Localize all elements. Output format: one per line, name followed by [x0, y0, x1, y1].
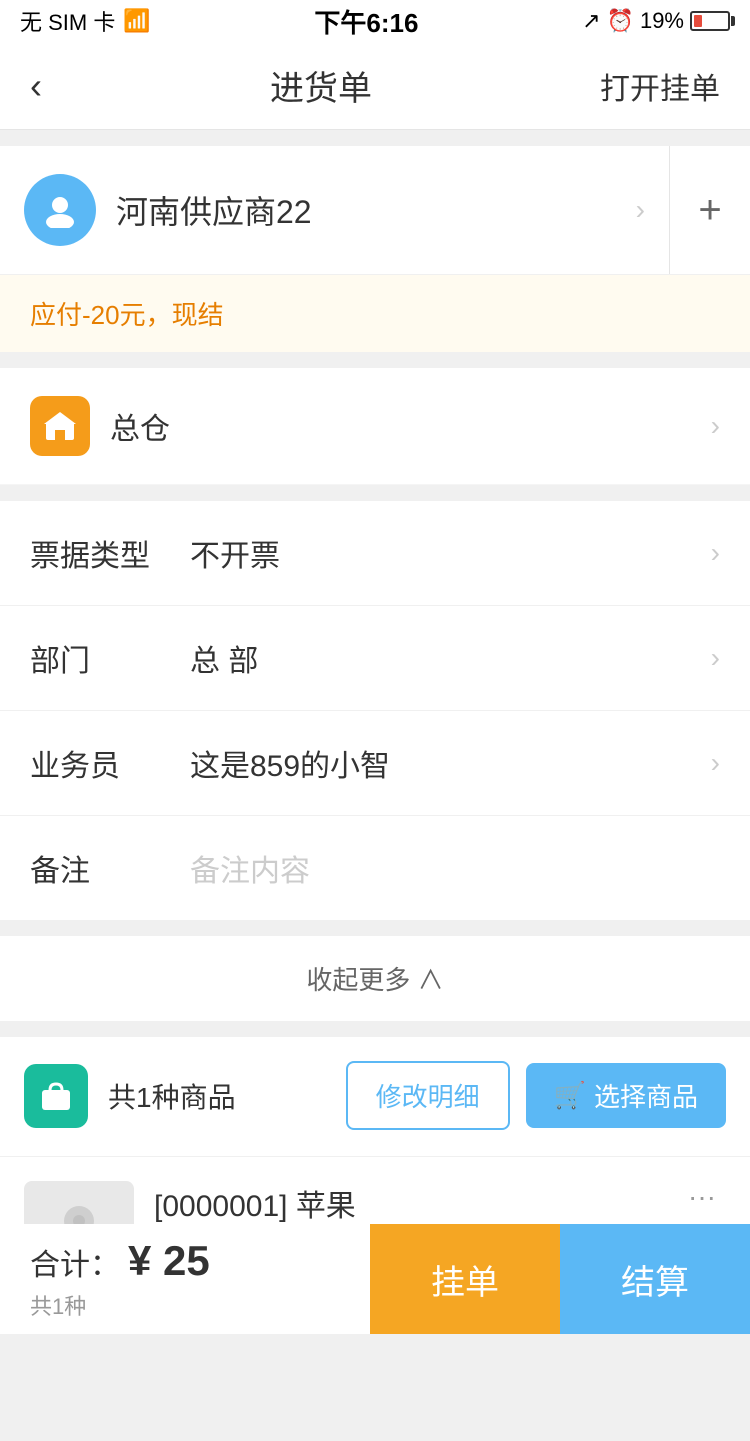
- checkout-button[interactable]: 结算: [560, 1224, 750, 1334]
- invoice-type-row[interactable]: 票据类型 不开票 ›: [0, 501, 750, 606]
- department-row[interactable]: 部门 总 部 ›: [0, 606, 750, 711]
- total-label: 合计：: [30, 1240, 120, 1284]
- product-code: [0000001]: [154, 1190, 287, 1223]
- collapse-button[interactable]: 收起更多 ∧: [0, 936, 750, 1021]
- salesperson-chevron-icon: ›: [711, 747, 720, 779]
- chevron-right-icon: ›: [636, 194, 645, 226]
- alarm-icon: ⏰: [607, 8, 634, 34]
- back-button[interactable]: ‹: [30, 65, 42, 107]
- warehouse-chevron-icon: ›: [711, 410, 720, 442]
- invoice-type-label: 票据类型: [30, 531, 170, 575]
- salesperson-row[interactable]: 业务员 这是859的小智 ›: [0, 711, 750, 816]
- status-bar: 无 SIM 卡 📶 下午6:16 ↗ ⏰ 19%: [0, 0, 750, 42]
- product-title-text: 苹果: [296, 1190, 356, 1223]
- warehouse-name: 总仓: [110, 404, 711, 448]
- department-value: 总 部: [170, 636, 711, 680]
- salesperson-label: 业务员: [30, 741, 170, 785]
- open-pending-button[interactable]: 打开挂单: [600, 64, 720, 108]
- remark-label: 备注: [30, 846, 170, 890]
- product-bag-icon: [24, 1064, 88, 1128]
- warehouse-row[interactable]: 总仓 ›: [0, 368, 750, 485]
- nav-bar: ‹ 进货单 打开挂单: [0, 42, 750, 130]
- total-section: 合计： ¥ 25 共1种: [0, 1237, 370, 1321]
- bottom-bar: 合计： ¥ 25 共1种 挂单 结算: [0, 1224, 750, 1334]
- form-section: 票据类型 不开票 › 部门 总 部 › 业务员 这是859的小智 › 备注 备注…: [0, 501, 750, 920]
- payment-notice: 应付-20元，现结: [0, 275, 750, 352]
- hang-order-button[interactable]: 挂单: [370, 1224, 560, 1334]
- time-label: 下午6:16: [314, 3, 418, 40]
- page-title: 进货单: [270, 61, 372, 110]
- department-label: 部门: [30, 636, 170, 680]
- total-main: 合计： ¥ 25: [30, 1237, 340, 1285]
- supplier-selector[interactable]: 河南供应商22 ›: [0, 146, 670, 274]
- warehouse-icon: [30, 396, 90, 456]
- invoice-type-value: 不开票: [170, 531, 711, 575]
- remark-row[interactable]: 备注 备注内容: [0, 816, 750, 920]
- total-amount: ¥ 25: [128, 1237, 210, 1285]
- battery-icon: [690, 11, 730, 31]
- edit-detail-button[interactable]: 修改明细: [346, 1061, 510, 1130]
- product-count-label: 共1种商品: [108, 1076, 346, 1116]
- select-product-button[interactable]: 🛒 选择商品: [526, 1063, 726, 1128]
- total-sub: 共1种: [30, 1289, 340, 1321]
- supplier-name: 河南供应商22: [116, 187, 636, 233]
- product-more-button[interactable]: ···: [678, 1181, 726, 1213]
- add-supplier-button[interactable]: +: [670, 146, 750, 274]
- salesperson-value: 这是859的小智: [170, 741, 711, 785]
- supplier-avatar: [24, 174, 96, 246]
- battery-label: 19%: [640, 8, 684, 34]
- select-product-icon: 🛒: [554, 1080, 586, 1111]
- status-right: ↗ ⏰ 19%: [582, 8, 730, 34]
- status-left: 无 SIM 卡 📶: [20, 5, 151, 37]
- wifi-icon: 📶: [123, 8, 150, 34]
- supplier-section: 河南供应商22 › +: [0, 146, 750, 275]
- department-chevron-icon: ›: [711, 642, 720, 674]
- carrier-label: 无 SIM 卡: [20, 5, 115, 37]
- location-icon: ↗: [582, 8, 600, 34]
- invoice-type-chevron-icon: ›: [711, 537, 720, 569]
- product-header: 共1种商品 修改明细 🛒 选择商品: [0, 1037, 750, 1154]
- product-name: [0000001] 苹果: [154, 1181, 678, 1225]
- remark-input[interactable]: 备注内容: [170, 846, 720, 890]
- select-product-label: 选择商品: [594, 1077, 698, 1114]
